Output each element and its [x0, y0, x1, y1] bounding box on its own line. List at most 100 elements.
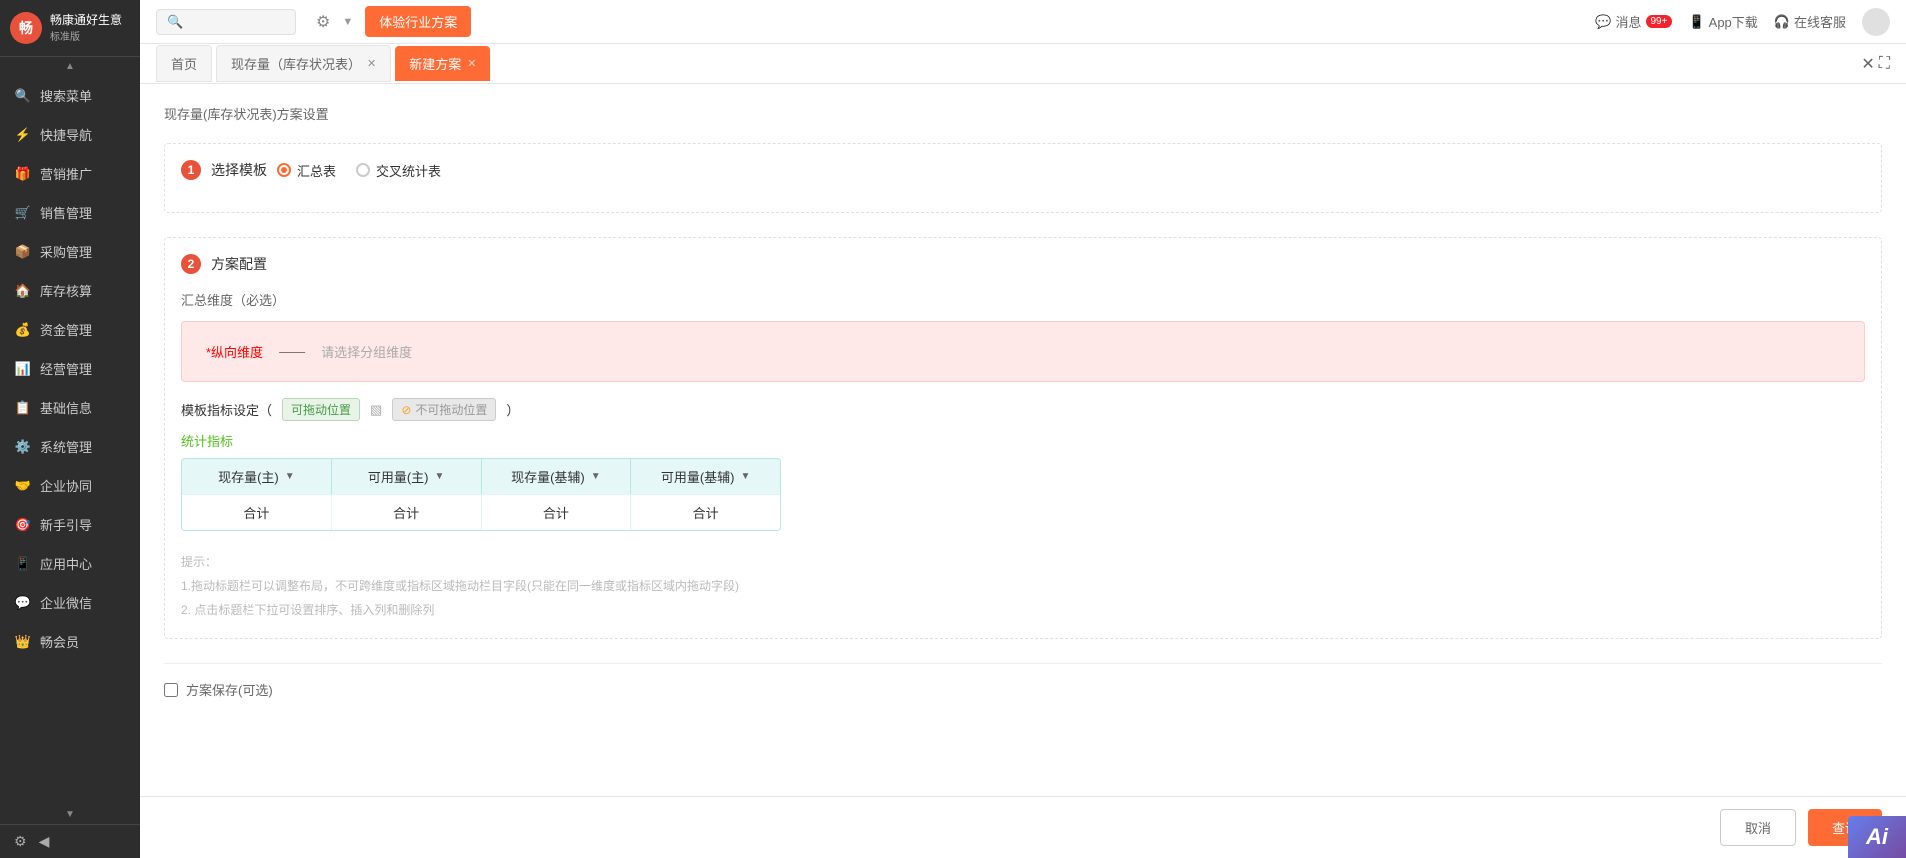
app-download-label: App下载: [1709, 12, 1758, 31]
search-input[interactable]: [189, 15, 289, 29]
panel: 现存量(库存状况表)方案设置 1 选择模板 汇总表: [140, 84, 1906, 796]
message-btn[interactable]: 💬 消息 99+: [1595, 12, 1672, 31]
sidebar: 畅 畅康通好生意 标准版 ▲ 🔍搜索菜单 ⚡ 快捷导航 🎁营销推广🛒销售管理 📦 采购管理…: [0, 0, 140, 858]
online-service-label: 在线客服: [1794, 12, 1846, 31]
sidebar-icon-quick-nav: ⚡: [14, 126, 32, 144]
logo-text-block: 畅康通好生意 标准版: [50, 13, 122, 44]
tab-new-plan[interactable]: 新建方案 ✕: [395, 46, 490, 81]
stats-header-col-0[interactable]: 现存量(主) ▼: [182, 459, 332, 494]
stats-data-col-2: 合计: [482, 495, 632, 530]
message-icon: 💬: [1595, 14, 1611, 30]
stats-header-text-0: 现存量(主): [218, 467, 279, 486]
radio-cross[interactable]: 交叉统计表: [356, 161, 441, 180]
tab-inventory-close[interactable]: ✕: [367, 57, 376, 70]
sidebar-icon-inventory: 🏠: [14, 282, 32, 300]
dimension-placeholder: 请选择分组维度: [321, 342, 412, 361]
section1-header: 1 选择模板 汇总表 交叉统计表: [181, 160, 1865, 180]
sidebar-bottom: ⚙ ◀: [0, 824, 140, 858]
sidebar-label-inventory: 库存核算: [40, 281, 92, 300]
main-area: 🔍 ⚙ ▼ 体验行业方案 💬 消息 99+ 📱 App下载 🎧 在线客服: [140, 0, 1906, 858]
tab-new-plan-close[interactable]: ✕: [467, 57, 476, 70]
section-choose-template: 1 选择模板 汇总表 交叉统计表: [164, 143, 1882, 213]
sidebar-item-member[interactable]: 👑畅会员: [0, 622, 140, 661]
sidebar-item-marketing[interactable]: 🎁营销推广: [0, 154, 140, 193]
indicator-sep: ▧: [370, 402, 382, 418]
sidebar-icon-wechat: 💬: [14, 594, 32, 612]
sidebar-icon-purchase: 📦: [14, 243, 32, 261]
sidebar-item-search-menu[interactable]: 🔍搜索菜单: [0, 76, 140, 115]
radio-group-template: 汇总表 交叉统计表: [277, 161, 441, 180]
tabs-bar: 首页 现存量（库存状况表） ✕ 新建方案 ✕ ✕ ⛶: [140, 44, 1906, 84]
sidebar-label-new-guide: 新手引导: [40, 515, 92, 534]
stats-data-col-1: 合计: [332, 495, 482, 530]
sidebar-scroll-up[interactable]: ▲: [0, 57, 140, 76]
stats-header-text-2: 现存量(基辅): [511, 467, 585, 486]
sidebar-item-enterprise[interactable]: 🤝企业协同: [0, 466, 140, 505]
sidebar-item-sales[interactable]: 🛒销售管理: [0, 193, 140, 232]
topbar-search-box[interactable]: 🔍: [156, 9, 296, 35]
stats-data-row: 合计合计合计合计: [182, 494, 780, 530]
panel-expand-btn[interactable]: ⛶: [1879, 55, 1890, 73]
user-avatar[interactable]: [1862, 8, 1890, 36]
sidebar-icon-basic-info: 📋: [14, 399, 32, 417]
sidebar-scroll-down[interactable]: ▼: [0, 805, 140, 824]
sidebar-logo: 畅 畅康通好生意 标准版: [0, 0, 140, 57]
sidebar-item-finance[interactable]: 💰资金管理: [0, 310, 140, 349]
sidebar-label-purchase: 采购管理: [40, 242, 92, 261]
chevron-icon-0: ▼: [285, 471, 295, 482]
online-service-btn[interactable]: 🎧 在线客服: [1774, 12, 1846, 31]
tab-inventory-status[interactable]: 现存量（库存状况表） ✕: [216, 45, 391, 82]
stats-table: 现存量(主)▼可用量(主)▼现存量(基辅)▼可用量(基辅)▼ 合计合计合计合计: [181, 458, 781, 531]
settings-bottom-icon[interactable]: ⚙: [14, 833, 27, 850]
save-checkbox[interactable]: [164, 683, 178, 697]
headset-icon: 🎧: [1774, 14, 1790, 30]
dimension-area[interactable]: *纵向维度 —— 请选择分组维度: [181, 321, 1865, 382]
message-label: 消息: [1615, 12, 1641, 31]
sound-bottom-icon[interactable]: ◀: [39, 833, 50, 850]
app-download-icon: 📱: [1688, 14, 1704, 30]
sidebar-item-system[interactable]: ⚙️系统管理: [0, 427, 140, 466]
panel-collapse-btn[interactable]: ✕: [1861, 54, 1874, 74]
sidebar-item-purchase[interactable]: 📦 采购管理: [0, 232, 140, 271]
topbar-dropdown-icon[interactable]: ▼: [342, 16, 353, 28]
stats-data-col-3: 合计: [631, 495, 780, 530]
tips-area: 提示： 1.拖动标题栏可以调整布局，不可跨维度或指标区域拖动栏目字段(只能在同一…: [181, 550, 1865, 622]
stats-header-col-1[interactable]: 可用量(主)▼: [332, 459, 482, 494]
stats-header-row: 现存量(主)▼可用量(主)▼现存量(基辅)▼可用量(基辅)▼: [182, 459, 780, 494]
sidebar-label-finance: 资金管理: [40, 320, 92, 339]
stats-section-label: 统计指标: [181, 431, 1865, 450]
stats-header-col-3[interactable]: 可用量(基辅)▼: [631, 459, 780, 494]
message-badge: 99+: [1646, 15, 1673, 28]
footer-bar: 取消 查询: [140, 796, 1906, 858]
radio-summary[interactable]: 汇总表: [277, 161, 336, 180]
tab-new-plan-label: 新建方案: [409, 54, 461, 73]
radio-cross-circle: [356, 163, 370, 177]
save-label: 方案保存(可选): [186, 680, 273, 699]
topbar-settings-icon[interactable]: ⚙: [316, 12, 330, 32]
logo-badge: 标准版: [50, 28, 122, 43]
sidebar-item-inventory[interactable]: 🏠 库存核算: [0, 271, 140, 310]
radio-cross-label: 交叉统计表: [376, 161, 441, 180]
cancel-btn[interactable]: 取消: [1720, 809, 1796, 846]
chevron-icon-3: ▼: [741, 471, 751, 482]
topbar: 🔍 ⚙ ▼ 体验行业方案 💬 消息 99+ 📱 App下载 🎧 在线客服: [140, 0, 1906, 44]
logo-name: 畅康通好生意: [50, 13, 122, 29]
sidebar-label-search-menu: 搜索菜单: [40, 86, 92, 105]
sidebar-item-app-center[interactable]: 📱应用中心: [0, 544, 140, 583]
tab-home[interactable]: 首页: [156, 45, 212, 82]
non-draggable-label: 不可拖动位置: [415, 401, 487, 418]
sidebar-item-operations[interactable]: 📊经营管理: [0, 349, 140, 388]
topbar-right: 💬 消息 99+ 📱 App下载 🎧 在线客服: [1595, 8, 1890, 36]
sidebar-item-quick-nav[interactable]: ⚡ 快捷导航: [0, 115, 140, 154]
sidebar-item-wechat[interactable]: 💬企业微信: [0, 583, 140, 622]
stats-header-col-2[interactable]: 现存量(基辅)▼: [482, 459, 632, 494]
sidebar-label-quick-nav: 快捷导航: [40, 125, 92, 144]
aggregate-dimension-label: 汇总维度（必选）: [181, 290, 1865, 309]
sidebar-item-basic-info[interactable]: 📋基础信息: [0, 388, 140, 427]
trial-btn[interactable]: 体验行业方案: [365, 6, 471, 37]
section-plan-config: 2 方案配置 汇总维度（必选） *纵向维度 —— 请选择分组维度 模板指标设定（…: [164, 237, 1882, 639]
sidebar-item-new-guide[interactable]: 🎯新手引导: [0, 505, 140, 544]
app-download-btn[interactable]: 📱 App下载: [1688, 12, 1757, 31]
indicator-settings-close: ）: [506, 400, 519, 419]
sidebar-label-member: 畅会员: [40, 632, 79, 651]
